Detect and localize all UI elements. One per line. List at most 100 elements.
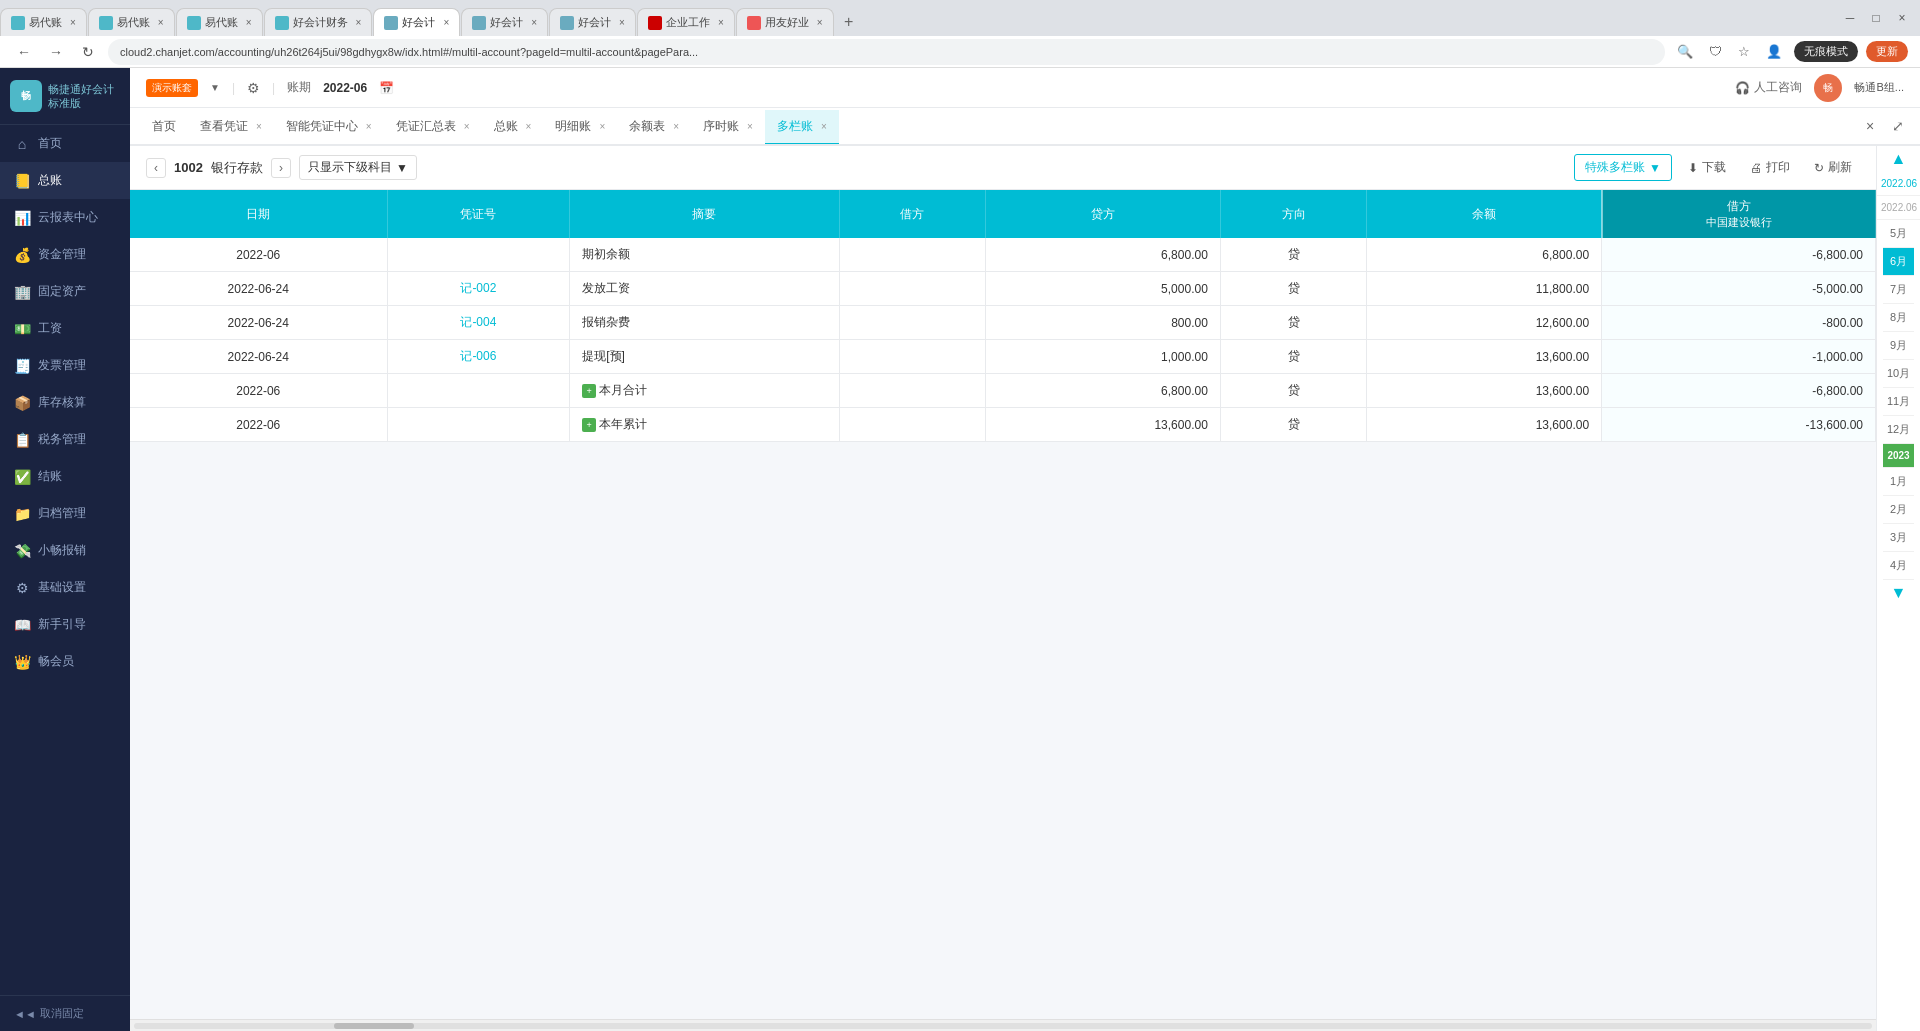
tab-close-multi-col[interactable]: × bbox=[821, 121, 827, 132]
browser-tab-4[interactable]: 好会计财务 × bbox=[264, 8, 373, 36]
url-input[interactable] bbox=[108, 39, 1665, 65]
sidebar-item-salary[interactable]: 💵 工资 bbox=[0, 310, 130, 347]
demo-dropdown-icon[interactable]: ▼ bbox=[210, 82, 220, 93]
browser-tab-1[interactable]: 易代账 × bbox=[0, 8, 87, 36]
browser-tab-6[interactable]: 好会计 × bbox=[461, 8, 548, 36]
tab-close-voucher-summary[interactable]: × bbox=[464, 121, 470, 132]
browser-tab-7[interactable]: 好会计 × bbox=[549, 8, 636, 36]
prev-account-button[interactable]: ‹ bbox=[146, 158, 166, 178]
month-scroll-up-button[interactable]: ▲ bbox=[1877, 146, 1920, 172]
month-item-12[interactable]: 4月 bbox=[1883, 552, 1914, 580]
month-item-6[interactable]: 11月 bbox=[1883, 388, 1914, 416]
sidebar-item-expense[interactable]: 💸 小畅报销 bbox=[0, 532, 130, 569]
tab-smart-voucher[interactable]: 智能凭证中心 × bbox=[274, 110, 384, 145]
month-item-4[interactable]: 9月 bbox=[1883, 332, 1914, 360]
tab-close-3[interactable]: × bbox=[246, 17, 252, 28]
refresh-button[interactable]: ↻ 刷新 bbox=[1806, 155, 1860, 180]
tab-detail-ledger[interactable]: 明细账 × bbox=[543, 110, 617, 145]
reload-button[interactable]: ↻ bbox=[76, 40, 100, 64]
tab-nav-expand-button[interactable]: ⤢ bbox=[1886, 114, 1910, 138]
month-item-0[interactable]: 5月 bbox=[1883, 220, 1914, 248]
tab-close-general-ledger[interactable]: × bbox=[526, 121, 532, 132]
forward-button[interactable]: → bbox=[44, 40, 68, 64]
back-button[interactable]: ← bbox=[12, 40, 36, 64]
minimize-button[interactable]: ─ bbox=[1840, 8, 1860, 28]
settings-gear-icon[interactable]: ⚙ bbox=[247, 80, 260, 96]
multi-col-button[interactable]: 特殊多栏账 ▼ bbox=[1574, 154, 1672, 181]
customer-service-button[interactable]: 🎧 人工咨询 bbox=[1735, 79, 1802, 96]
sidebar-item-tax[interactable]: 📋 税务管理 bbox=[0, 421, 130, 458]
tab-close-8[interactable]: × bbox=[718, 17, 724, 28]
sidebar-item-guide[interactable]: 📖 新手引导 bbox=[0, 606, 130, 643]
tab-close-detail-ledger[interactable]: × bbox=[599, 121, 605, 132]
download-button[interactable]: ⬇ 下载 bbox=[1680, 155, 1734, 180]
sidebar-item-ledger[interactable]: 📒 总账 bbox=[0, 162, 130, 199]
tab-close-2[interactable]: × bbox=[158, 17, 164, 28]
maximize-button[interactable]: □ bbox=[1866, 8, 1886, 28]
month-item-2022-06-2[interactable]: 2022.06 bbox=[1877, 196, 1920, 220]
month-item-2022-06-top[interactable]: 2022.06 bbox=[1877, 172, 1920, 196]
scroll-bar[interactable] bbox=[130, 1019, 1876, 1031]
month-item-9[interactable]: 1月 bbox=[1883, 468, 1914, 496]
tab-nav-close-button[interactable]: × bbox=[1858, 114, 1882, 138]
sidebar-item-settle[interactable]: ✅ 结账 bbox=[0, 458, 130, 495]
browser-tab-2[interactable]: 易代账 × bbox=[88, 8, 175, 36]
tab-general-ledger[interactable]: 总账 × bbox=[482, 110, 544, 145]
new-tab-button[interactable]: + bbox=[835, 8, 863, 36]
search-icon[interactable]: 🔍 bbox=[1673, 42, 1697, 61]
sidebar-item-home[interactable]: ⌂ 首页 bbox=[0, 125, 130, 162]
sidebar-pin-toggle[interactable]: ◄◄ 取消固定 bbox=[0, 995, 130, 1031]
cell-voucher-3[interactable]: 记-006 bbox=[387, 340, 570, 374]
browser-tab-5[interactable]: 好会计 × bbox=[373, 8, 460, 36]
tab-close-smart-voucher[interactable]: × bbox=[366, 121, 372, 132]
sidebar-item-invoice[interactable]: 🧾 发票管理 bbox=[0, 347, 130, 384]
scroll-thumb[interactable] bbox=[334, 1023, 414, 1029]
month-item-10[interactable]: 2月 bbox=[1883, 496, 1914, 524]
sidebar-item-assets[interactable]: 🏢 固定资产 bbox=[0, 273, 130, 310]
month-item-1[interactable]: 6月 bbox=[1883, 248, 1914, 276]
tab-multi-col[interactable]: 多栏账 × bbox=[765, 110, 839, 145]
browser-tab-9[interactable]: 用友好业 × bbox=[736, 8, 834, 36]
tab-close-9[interactable]: × bbox=[817, 17, 823, 28]
incognito-button[interactable]: 无痕模式 bbox=[1794, 41, 1858, 62]
sidebar-item-report[interactable]: 📊 云报表中心 bbox=[0, 199, 130, 236]
tab-close-sequence-ledger[interactable]: × bbox=[747, 121, 753, 132]
browser-tab-3[interactable]: 易代账 × bbox=[176, 8, 263, 36]
profile-icon[interactable]: 👤 bbox=[1762, 42, 1786, 61]
tab-close-1[interactable]: × bbox=[70, 17, 76, 28]
month-item-2[interactable]: 7月 bbox=[1883, 276, 1914, 304]
demo-badge[interactable]: 演示账套 bbox=[146, 79, 198, 97]
user-avatar[interactable]: 畅 bbox=[1814, 74, 1842, 102]
tab-close-6[interactable]: × bbox=[531, 17, 537, 28]
filter-dropdown[interactable]: 只显示下级科目 ▼ bbox=[299, 155, 417, 180]
tab-voucher-summary[interactable]: 凭证汇总表 × bbox=[384, 110, 482, 145]
tab-balance[interactable]: 余额表 × bbox=[617, 110, 691, 145]
month-item-3[interactable]: 8月 bbox=[1883, 304, 1914, 332]
close-window-button[interactable]: × bbox=[1892, 8, 1912, 28]
update-button[interactable]: 更新 bbox=[1866, 41, 1908, 62]
sidebar-item-member[interactable]: 👑 畅会员 bbox=[0, 643, 130, 680]
cell-voucher-2[interactable]: 记-004 bbox=[387, 306, 570, 340]
tab-close-7[interactable]: × bbox=[619, 17, 625, 28]
tab-homepage[interactable]: 首页 bbox=[140, 110, 188, 145]
sidebar-item-inventory[interactable]: 📦 库存核算 bbox=[0, 384, 130, 421]
tab-close-balance[interactable]: × bbox=[673, 121, 679, 132]
calendar-icon[interactable]: 📅 bbox=[379, 81, 394, 95]
browser-tab-8[interactable]: 企业工作 × bbox=[637, 8, 735, 36]
month-item-5[interactable]: 10月 bbox=[1883, 360, 1914, 388]
month-scroll-down-button[interactable]: ▼ bbox=[1877, 580, 1920, 606]
star-icon[interactable]: ☆ bbox=[1734, 42, 1754, 61]
sidebar-item-archive[interactable]: 📁 归档管理 bbox=[0, 495, 130, 532]
print-button[interactable]: 🖨 打印 bbox=[1742, 155, 1798, 180]
tab-close-4[interactable]: × bbox=[356, 17, 362, 28]
sidebar-item-capital[interactable]: 💰 资金管理 bbox=[0, 236, 130, 273]
tab-close-voucher-view[interactable]: × bbox=[256, 121, 262, 132]
month-item-8[interactable]: 2023 bbox=[1883, 444, 1914, 468]
next-account-button[interactable]: › bbox=[271, 158, 291, 178]
month-item-7[interactable]: 12月 bbox=[1883, 416, 1914, 444]
cell-voucher-1[interactable]: 记-002 bbox=[387, 272, 570, 306]
tab-sequence-ledger[interactable]: 序时账 × bbox=[691, 110, 765, 145]
tab-close-5[interactable]: × bbox=[443, 17, 449, 28]
tab-voucher-view[interactable]: 查看凭证 × bbox=[188, 110, 274, 145]
sidebar-item-settings[interactable]: ⚙ 基础设置 bbox=[0, 569, 130, 606]
